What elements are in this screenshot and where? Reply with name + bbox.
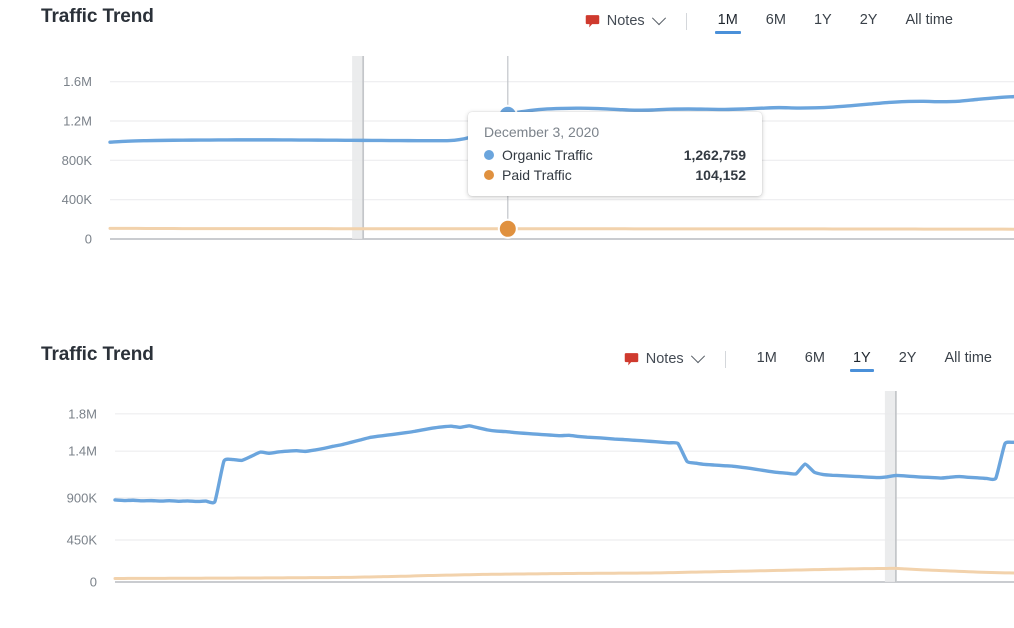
note-marker[interactable]	[352, 56, 365, 239]
y-axis-label: 450K	[67, 533, 98, 548]
tooltip-value-paid: 104,152	[695, 167, 746, 183]
range-option-2y-secondary[interactable]: 2Y	[896, 348, 920, 371]
traffic-trend-panel-bottom: Traffic Trend Notes 1M 6M 1Y 2Y All time…	[0, 338, 1014, 628]
notes-label-secondary: Notes	[645, 351, 684, 367]
panel-header-top: Traffic Trend Notes 1M 6M 1Y 2Y All time	[0, 0, 1014, 44]
y-axis-label: 1.2M	[63, 114, 92, 129]
tooltip-value-organic: 1,262,759	[683, 147, 746, 163]
legend-dot-paid	[484, 170, 494, 180]
y-axis-label: 0	[85, 232, 92, 247]
page-title-secondary: Traffic Trend	[41, 344, 154, 365]
y-axis-label: 0	[90, 575, 97, 590]
range-option-1m[interactable]: 1M	[714, 10, 741, 34]
notes-label: Notes	[606, 13, 645, 29]
paid-traffic-line	[108, 226, 1014, 231]
range-option-1y-secondary[interactable]: 1Y	[849, 348, 874, 372]
control-divider	[685, 12, 687, 30]
tooltip-row-organic: Organic Traffic 1,262,759	[484, 147, 746, 163]
speech-bubble-icon	[585, 14, 600, 29]
range-option-2y[interactable]: 2Y	[857, 10, 881, 33]
tooltip-row-paid: Paid Traffic 104,152	[484, 167, 746, 183]
range-selector-bottom: 1M 6M 1Y 2Y All time	[743, 348, 1006, 372]
traffic-trend-panel-top: Traffic Trend Notes 1M 6M 1Y 2Y All time…	[0, 0, 1014, 300]
notes-dropdown-secondary[interactable]: Notes	[624, 349, 705, 367]
y-axis-label: 1.6M	[63, 74, 92, 89]
organic-traffic-line	[113, 424, 1014, 505]
y-axis-label: 400K	[62, 192, 93, 207]
chevron-down-icon	[690, 349, 705, 364]
tooltip-label-organic: Organic Traffic	[502, 147, 593, 163]
chart-controls-bottom: Notes 1M 6M 1Y 2Y All time	[624, 348, 1006, 372]
legend-dot-organic	[484, 150, 494, 160]
range-option-6m-secondary[interactable]: 6M	[802, 348, 828, 371]
range-option-1y[interactable]: 1Y	[811, 10, 835, 33]
traffic-chart-bottom: 0 450K 900K 1.4M 1.8M	[67, 391, 1014, 590]
y-axis-label: 1.4M	[68, 444, 97, 459]
range-option-alltime-secondary[interactable]: All time	[941, 348, 995, 371]
note-marker[interactable]	[884, 391, 897, 582]
chart-controls-top: Notes 1M 6M 1Y 2Y All time	[585, 10, 967, 34]
chart-area-bottom: 0 450K 900K 1.4M 1.8M	[0, 382, 1014, 628]
tooltip-date: December 3, 2020	[484, 124, 600, 140]
paid-traffic-marker[interactable]	[497, 218, 518, 239]
y-axis-label: 800K	[62, 153, 93, 168]
paid-traffic-line	[113, 566, 1014, 580]
chart-area-top: 0 400K 800K 1.2M 1.6M December 3, 2020 Organ…	[0, 44, 1014, 294]
chevron-down-icon	[651, 11, 666, 26]
speech-bubble-icon	[624, 352, 639, 367]
chart-tooltip: December 3, 2020 Organic Traffic 1,262,7…	[468, 112, 762, 196]
range-option-alltime[interactable]: All time	[902, 10, 956, 33]
notes-dropdown[interactable]: Notes	[585, 11, 666, 29]
y-axis-label: 1.8M	[68, 406, 97, 421]
panel-header-bottom: Traffic Trend Notes 1M 6M 1Y 2Y All time	[0, 338, 1014, 382]
range-option-1m-secondary[interactable]: 1M	[754, 348, 780, 371]
page-title: Traffic Trend	[41, 6, 154, 27]
y-axis-label: 900K	[67, 490, 98, 505]
range-selector-top: 1M 6M 1Y 2Y All time	[704, 10, 967, 34]
tooltip-label-paid: Paid Traffic	[502, 167, 572, 183]
control-divider	[724, 350, 726, 368]
range-option-6m[interactable]: 6M	[763, 10, 789, 33]
